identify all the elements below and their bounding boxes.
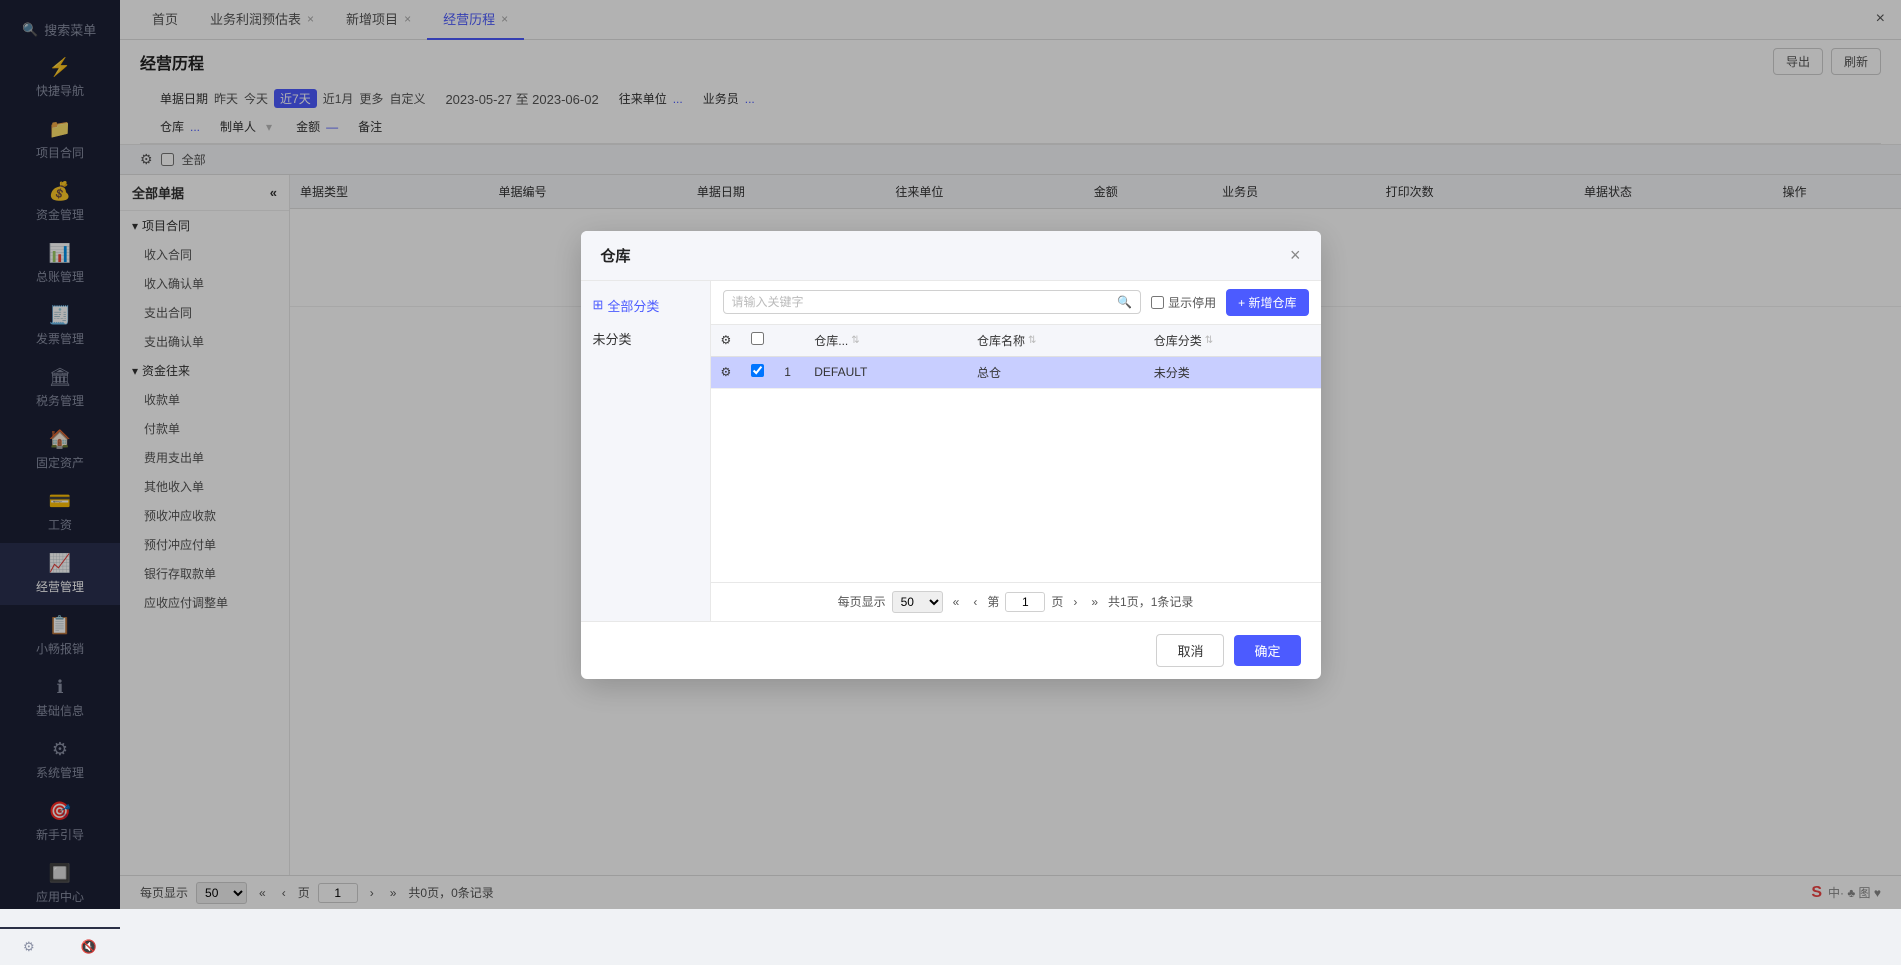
modal-th-code: 仓库... ⇅ <box>804 325 967 357</box>
modal-page-label: 第 <box>987 593 999 610</box>
warehouse-modal: 仓库 × ⊞ 全部分类 未分类 🔍 <box>581 231 1321 679</box>
modal-page-suffix: 页 <box>1051 593 1063 610</box>
row-settings[interactable]: ⚙ <box>711 356 742 388</box>
add-warehouse-btn[interactable]: + 新增仓库 <box>1226 289 1308 316</box>
modal-title: 仓库 <box>601 245 631 266</box>
confirm-button[interactable]: 确定 <box>1234 635 1300 666</box>
settings-icon[interactable]: ⚙ <box>23 939 35 955</box>
modal-header: 仓库 × <box>581 231 1321 281</box>
sort-category-icon: ⇅ <box>1205 335 1213 346</box>
modal-footer: 取消 确定 <box>581 621 1321 679</box>
modal-last-btn[interactable]: » <box>1087 593 1102 611</box>
cancel-button[interactable]: 取消 <box>1156 634 1224 667</box>
modal-pagination: 每页显示 50 100 « ‹ 第 页 › » 共1页，1条记录 <box>711 582 1321 621</box>
modal-toolbar: 🔍 显示停用 + 新增仓库 <box>711 281 1321 325</box>
modal-search-box[interactable]: 🔍 <box>723 290 1142 314</box>
row-select-checkbox[interactable] <box>751 364 764 377</box>
modal-th-name: 仓库名称 ⇅ <box>967 325 1144 357</box>
show-disabled-text: 显示停用 <box>1168 294 1216 311</box>
modal-right-panel: 🔍 显示停用 + 新增仓库 ⚙ <box>711 281 1321 621</box>
modal-search-input[interactable] <box>732 295 1112 309</box>
show-disabled-label[interactable]: 显示停用 <box>1151 294 1216 311</box>
modal-left-panel: ⊞ 全部分类 未分类 <box>581 281 711 621</box>
modal-select-all[interactable] <box>751 332 764 345</box>
show-disabled-checkbox[interactable] <box>1151 296 1164 309</box>
modal-total-text: 共1页，1条记录 <box>1108 593 1193 610</box>
grid-icon: ⊞ <box>593 297 604 313</box>
modal-body: ⊞ 全部分类 未分类 🔍 显示停用 <box>581 281 1321 621</box>
sort-name-icon: ⇅ <box>1028 335 1036 346</box>
modal-all-categories[interactable]: ⊞ 全部分类 <box>581 289 710 322</box>
modal-th-id <box>774 325 804 357</box>
modal-left-all-label: 全部分类 <box>607 296 659 315</box>
row-id: 1 <box>774 356 804 388</box>
modal-table: ⚙ 仓库... ⇅ <box>711 325 1321 389</box>
row-name: 总仓 <box>967 356 1144 388</box>
modal-search-icon: 🔍 <box>1117 295 1132 309</box>
modal-th-category: 仓库分类 ⇅ <box>1144 325 1321 357</box>
mute-icon[interactable]: 🔇 <box>81 939 97 955</box>
modal-left-uncat-label: 未分类 <box>593 329 632 348</box>
modal-per-page-label: 每页显示 <box>838 593 886 610</box>
modal-table-wrap: ⚙ 仓库... ⇅ <box>711 325 1321 582</box>
row-category: 未分类 <box>1144 356 1321 388</box>
modal-table-row[interactable]: ⚙ 1 DEFAULT 总仓 未分类 <box>711 356 1321 388</box>
modal-page-input[interactable] <box>1005 592 1045 612</box>
row-checkbox[interactable] <box>741 356 774 388</box>
modal-th-settings: ⚙ <box>711 325 742 357</box>
modal-next-btn[interactable]: › <box>1069 593 1081 611</box>
sort-code-icon: ⇅ <box>851 335 859 346</box>
modal-first-btn[interactable]: « <box>949 593 964 611</box>
modal-left-uncategorized[interactable]: 未分类 <box>581 322 710 355</box>
modal-close-btn[interactable]: × <box>1290 245 1301 266</box>
modal-overlay[interactable]: 仓库 × ⊞ 全部分类 未分类 🔍 <box>0 0 1901 909</box>
modal-per-page-select[interactable]: 50 100 <box>892 591 943 613</box>
modal-th-checkbox <box>741 325 774 357</box>
sidebar-bottom: ⚙ 🔇 <box>0 928 120 965</box>
row-code: DEFAULT <box>804 356 967 388</box>
modal-prev-btn[interactable]: ‹ <box>969 593 981 611</box>
